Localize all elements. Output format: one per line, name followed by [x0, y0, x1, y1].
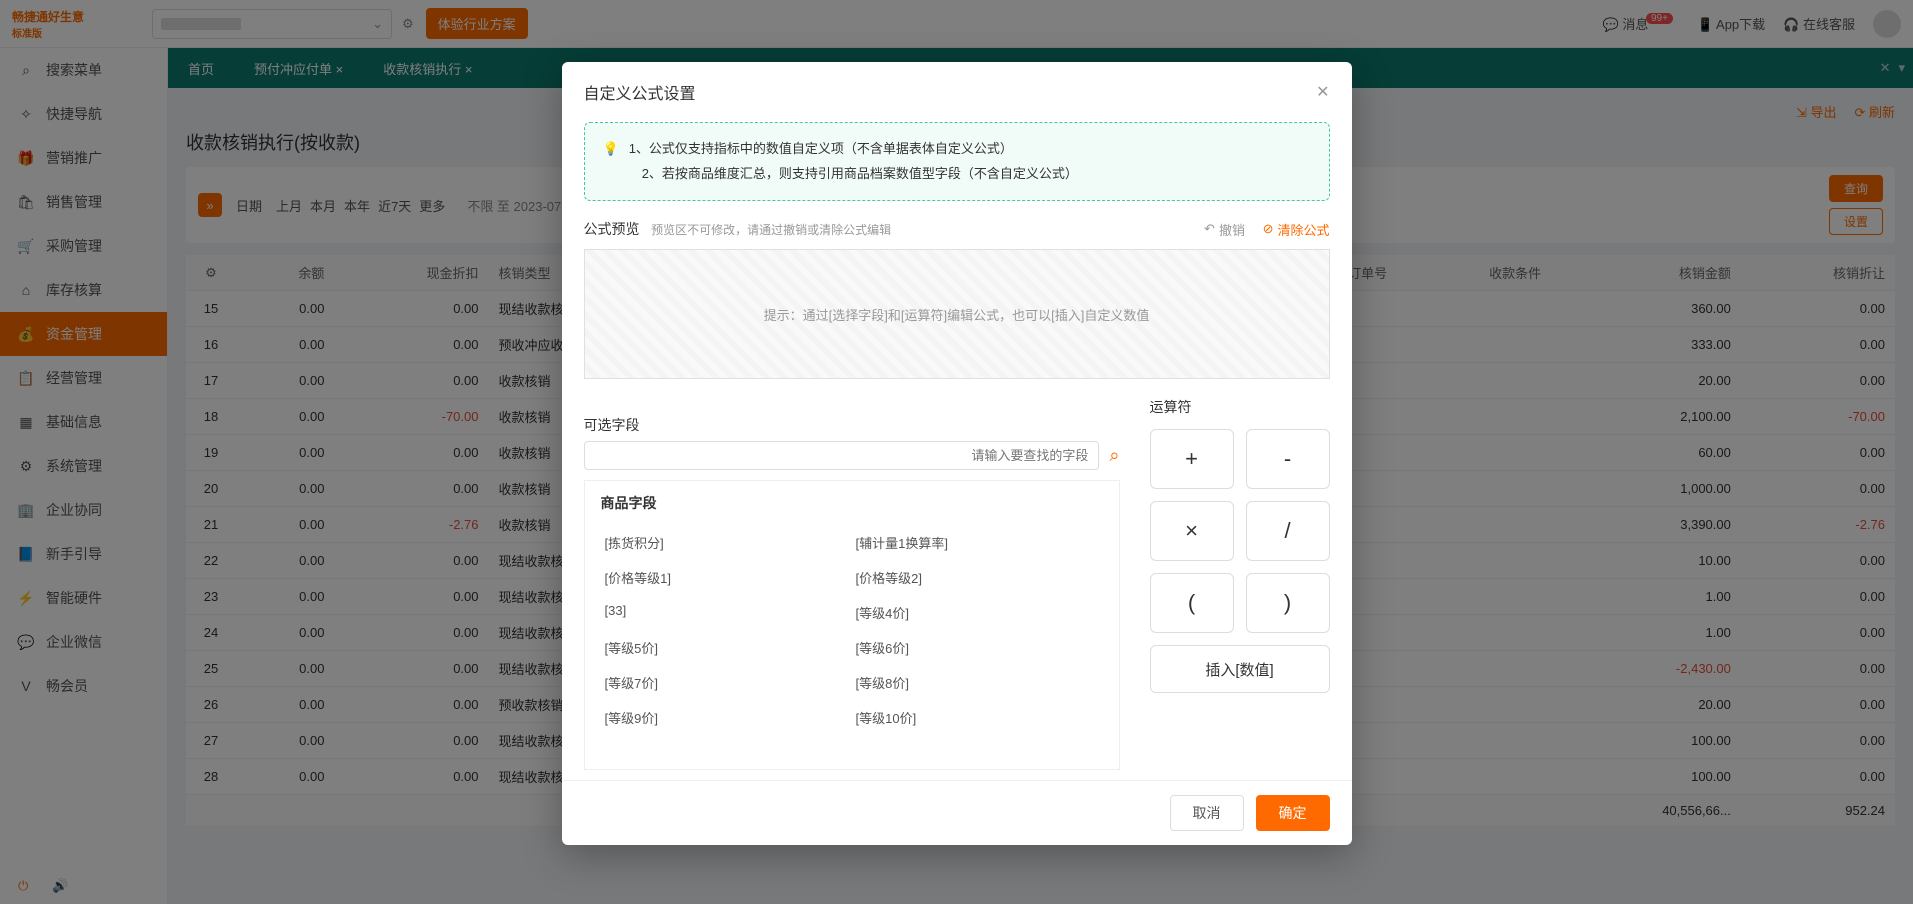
preview-subtitle: 预览区不可修改，请通过撤销或清除公式编辑 — [651, 223, 891, 237]
fields-list[interactable]: 商品字段 [拣货积分][辅计量1换算率][价格等级1][价格等级2][33][等… — [584, 480, 1120, 770]
tip-1: 1、公式仅支持指标中的数值自定义项（不含单据表体自定义公式） — [629, 137, 1078, 162]
ok-button[interactable]: 确定 — [1256, 795, 1330, 831]
fields-title: 可选字段 — [584, 415, 640, 435]
tip-box: 💡 1、公式仅支持指标中的数值自定义项（不含单据表体自定义公式） 2、若按商品维… — [584, 122, 1330, 201]
insert-value-button[interactable]: 插入[数值] — [1150, 645, 1330, 693]
field-group-title: 商品字段 — [585, 481, 1119, 525]
field-item[interactable]: [等级7价] — [601, 665, 852, 700]
field-item[interactable]: [辅计量1换算率] — [852, 525, 1103, 560]
preview-title: 公式预览 — [584, 221, 640, 237]
tip-2: 2、若按商品维度汇总，则支持引用商品档案数值型字段（不含自定义公式） — [629, 162, 1078, 187]
field-item[interactable]: [33] — [601, 595, 852, 630]
operator-button[interactable]: + — [1150, 429, 1234, 489]
operator-button[interactable]: / — [1246, 501, 1330, 561]
field-search-input[interactable] — [584, 441, 1100, 470]
undo-link[interactable]: ↶ 撤销 — [1204, 220, 1245, 239]
formula-preview: 提示：通过[选择字段]和[运算符]编辑公式，也可以[插入]自定义数值 — [584, 249, 1330, 379]
clear-link[interactable]: ⊘ 清除公式 — [1263, 220, 1330, 239]
field-item[interactable]: [等级5价] — [601, 630, 852, 665]
operator-button[interactable]: ) — [1246, 573, 1330, 633]
field-item[interactable]: [等级6价] — [852, 630, 1103, 665]
field-item[interactable]: [等级9价] — [601, 700, 852, 735]
formula-modal: 自定义公式设置 ✕ 💡 1、公式仅支持指标中的数值自定义项（不含单据表体自定义公… — [562, 62, 1352, 845]
close-icon[interactable]: ✕ — [1316, 82, 1329, 102]
operator-button[interactable]: ( — [1150, 573, 1234, 633]
field-item[interactable]: [等级4价] — [852, 595, 1103, 630]
search-icon[interactable]: ⌕ — [1109, 445, 1119, 466]
operator-button[interactable]: - — [1246, 429, 1330, 489]
bulb-icon: 💡 — [603, 137, 619, 186]
field-item[interactable]: [价格等级1] — [601, 560, 852, 595]
field-item[interactable]: [等级10价] — [852, 700, 1103, 735]
operators-title: 运算符 — [1150, 397, 1330, 417]
field-item[interactable]: [拣货积分] — [601, 525, 852, 560]
operator-button[interactable]: × — [1150, 501, 1234, 561]
field-item[interactable]: [价格等级2] — [852, 560, 1103, 595]
field-item[interactable]: [等级8价] — [852, 665, 1103, 700]
cancel-button[interactable]: 取消 — [1170, 795, 1244, 831]
modal-title: 自定义公式设置 — [584, 80, 696, 104]
